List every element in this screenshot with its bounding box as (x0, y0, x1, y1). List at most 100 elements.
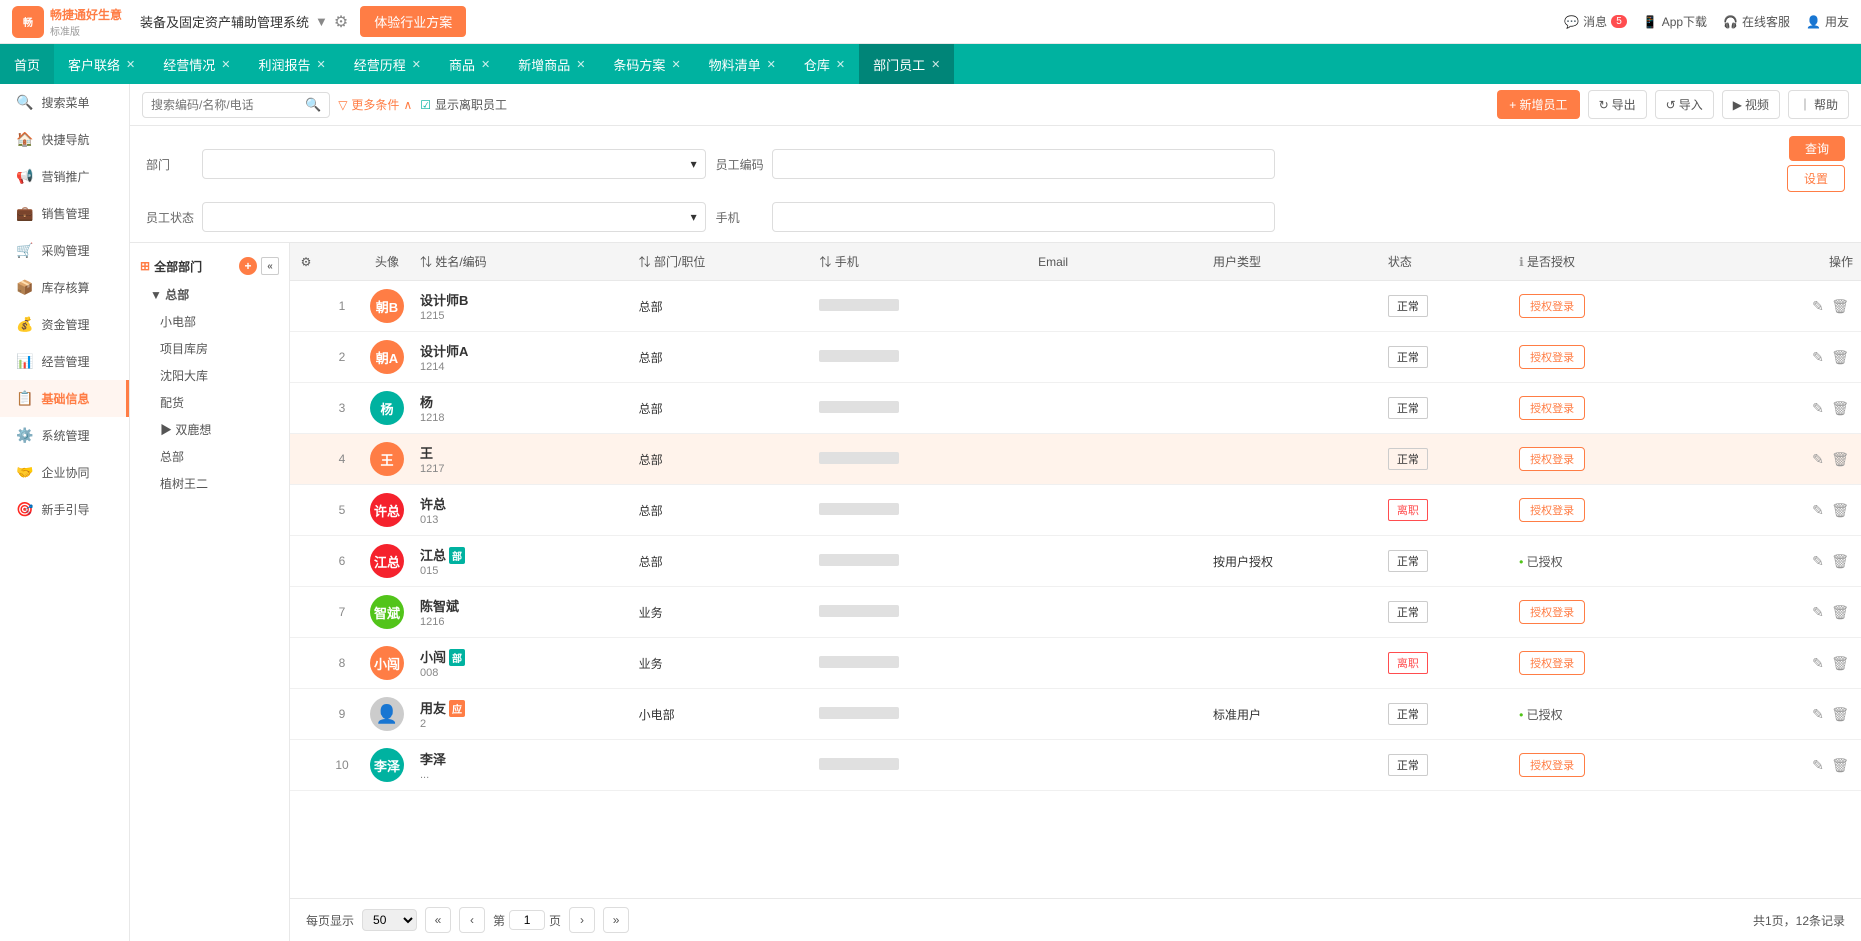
edit-btn[interactable]: ✎ (1812, 604, 1824, 620)
dept-collapse-btn[interactable]: « (261, 257, 279, 275)
delete-btn[interactable]: 🗑 (1831, 757, 1849, 773)
dept-item-zongbu[interactable]: 总部 (130, 443, 289, 470)
auth-login-btn[interactable]: 授权登录 (1519, 651, 1585, 675)
edit-btn[interactable]: ✎ (1812, 349, 1824, 365)
search-icon-btn[interactable]: 🔍 (305, 97, 321, 113)
dept-item-peihuo[interactable]: 配货 (130, 389, 289, 416)
col-name-header[interactable]: ⇅ 姓名/编码 (412, 243, 631, 281)
sidebar-item-management[interactable]: 📊 经营管理 (0, 343, 129, 380)
close-icon[interactable]: ✕ (221, 58, 230, 71)
edit-btn[interactable]: ✎ (1812, 451, 1824, 467)
auth-login-btn[interactable]: 授权登录 (1519, 396, 1585, 420)
delete-btn[interactable]: 🗑 (1831, 451, 1849, 467)
col-settings[interactable]: ⚙ (290, 243, 322, 281)
show-resigned-toggle[interactable]: ☑ 显示离职员工 (420, 96, 507, 113)
phone-input[interactable] (772, 202, 1276, 232)
last-page-btn[interactable]: » (603, 907, 629, 933)
nav-customer[interactable]: 客户联络 ✕ (54, 44, 149, 84)
col-phone-header[interactable]: ⇅ 手机 (811, 243, 1030, 281)
auth-login-btn[interactable]: 授权登录 (1519, 753, 1585, 777)
auth-login-btn[interactable]: 授权登录 (1519, 498, 1585, 522)
nav-dept-employee[interactable]: 部门员工 ✕ (859, 44, 954, 84)
sidebar-item-collab[interactable]: 🤝 企业协同 (0, 454, 129, 491)
dept-add-btn[interactable]: + (239, 257, 257, 275)
nav-bom[interactable]: 物料清单 ✕ (695, 44, 790, 84)
status-select[interactable]: ▾ (202, 202, 706, 232)
edit-btn[interactable]: ✎ (1812, 655, 1824, 671)
trial-button[interactable]: 体验行业方案 (360, 6, 466, 37)
import-button[interactable]: ↺ 导入 (1655, 90, 1714, 119)
close-icon[interactable]: ✕ (317, 58, 326, 71)
auth-login-btn[interactable]: 授权登录 (1519, 294, 1585, 318)
delete-btn[interactable]: 🗑 (1831, 604, 1849, 620)
sidebar-item-system[interactable]: ⚙️ 系统管理 (0, 417, 129, 454)
delete-btn[interactable]: 🗑 (1831, 400, 1849, 416)
prev-page-btn[interactable]: ‹ (459, 907, 485, 933)
delete-btn[interactable]: 🗑 (1831, 706, 1849, 722)
delete-btn[interactable]: 🗑 (1831, 349, 1849, 365)
close-icon[interactable]: ✕ (931, 58, 940, 71)
delete-btn[interactable]: 🗑 (1831, 553, 1849, 569)
sidebar-item-inventory[interactable]: 📦 库存核算 (0, 269, 129, 306)
add-employee-button[interactable]: + 新增员工 (1497, 90, 1579, 119)
sidebar-item-search[interactable]: 🔍 搜索菜单 (0, 84, 129, 121)
auth-login-btn[interactable]: 授权登录 (1519, 447, 1585, 471)
close-icon[interactable]: ✕ (671, 58, 680, 71)
online-service-btn[interactable]: 🎧 在线客服 (1723, 13, 1790, 30)
edit-btn[interactable]: ✎ (1812, 298, 1824, 314)
auth-login-btn[interactable]: 授权登录 (1519, 345, 1585, 369)
dept-item-xiaodibu[interactable]: 小电部 (130, 308, 289, 335)
next-page-btn[interactable]: › (569, 907, 595, 933)
delete-btn[interactable]: 🗑 (1831, 655, 1849, 671)
close-icon[interactable]: ✕ (412, 58, 421, 71)
nav-history[interactable]: 经营历程 ✕ (340, 44, 435, 84)
message-btn[interactable]: 💬 消息 5 (1564, 13, 1627, 30)
dept-item-zhishu[interactable]: 植树王二 (130, 470, 289, 497)
app-download-btn[interactable]: 📱 App下载 (1643, 13, 1707, 30)
nav-warehouse[interactable]: 仓库 ✕ (790, 44, 859, 84)
edit-btn[interactable]: ✎ (1812, 553, 1824, 569)
nav-profit[interactable]: 利润报告 ✕ (244, 44, 339, 84)
close-icon[interactable]: ✕ (481, 58, 490, 71)
more-filter-btn[interactable]: ▽ 更多条件 ∧ (338, 96, 412, 113)
help-button[interactable]: ｜ 帮助 (1788, 90, 1849, 119)
edit-btn[interactable]: ✎ (1812, 502, 1824, 518)
sidebar-item-nav[interactable]: 🏠 快捷导航 (0, 121, 129, 158)
sidebar-item-marketing[interactable]: 📢 营销推广 (0, 158, 129, 195)
nav-operation[interactable]: 经营情况 ✕ (149, 44, 244, 84)
dept-item-shenyang[interactable]: 沈阳大库 (130, 362, 289, 389)
dept-item-shuanglu[interactable]: ▶ 双鹿想 (130, 416, 289, 443)
dept-item-xiangmu[interactable]: 项目库房 (130, 335, 289, 362)
dept-select[interactable]: ▾ (202, 149, 706, 179)
edit-btn[interactable]: ✎ (1812, 706, 1824, 722)
col-dept-header[interactable]: ⇅ 部门/职位 (631, 243, 812, 281)
edit-btn[interactable]: ✎ (1812, 757, 1824, 773)
search-input[interactable] (151, 98, 301, 112)
edit-btn[interactable]: ✎ (1812, 400, 1824, 416)
system-dropdown-icon[interactable]: ▼ (315, 14, 328, 29)
nav-goods[interactable]: 商品 ✕ (435, 44, 504, 84)
close-icon[interactable]: ✕ (126, 58, 135, 71)
first-page-btn[interactable]: « (425, 907, 451, 933)
video-button[interactable]: ▶ 视频 (1722, 90, 1780, 119)
emp-code-input[interactable] (772, 149, 1276, 179)
sidebar-item-purchase[interactable]: 🛒 采购管理 (0, 232, 129, 269)
close-icon[interactable]: ✕ (836, 58, 845, 71)
delete-btn[interactable]: 🗑 (1831, 298, 1849, 314)
settings-icon[interactable]: ⚙ (334, 12, 348, 32)
nav-home[interactable]: 首页 (0, 44, 54, 84)
close-icon[interactable]: ✕ (767, 58, 776, 71)
sidebar-item-basic[interactable]: 📋 基础信息 (0, 380, 129, 417)
sidebar-item-finance[interactable]: 💰 资金管理 (0, 306, 129, 343)
set-button[interactable]: 设置 (1787, 165, 1845, 192)
nav-barcode[interactable]: 条码方案 ✕ (599, 44, 694, 84)
close-icon[interactable]: ✕ (576, 58, 585, 71)
page-size-select[interactable]: 50 20 100 (362, 909, 417, 931)
nav-add-goods[interactable]: 新增商品 ✕ (504, 44, 599, 84)
sidebar-item-guide[interactable]: 🎯 新手引导 (0, 491, 129, 528)
export-button[interactable]: ↻ 导出 (1588, 90, 1647, 119)
user-btn[interactable]: 👤 用友 (1806, 13, 1849, 30)
query-button[interactable]: 查询 (1789, 136, 1845, 161)
auth-login-btn[interactable]: 授权登录 (1519, 600, 1585, 624)
page-number-input[interactable] (509, 910, 545, 930)
